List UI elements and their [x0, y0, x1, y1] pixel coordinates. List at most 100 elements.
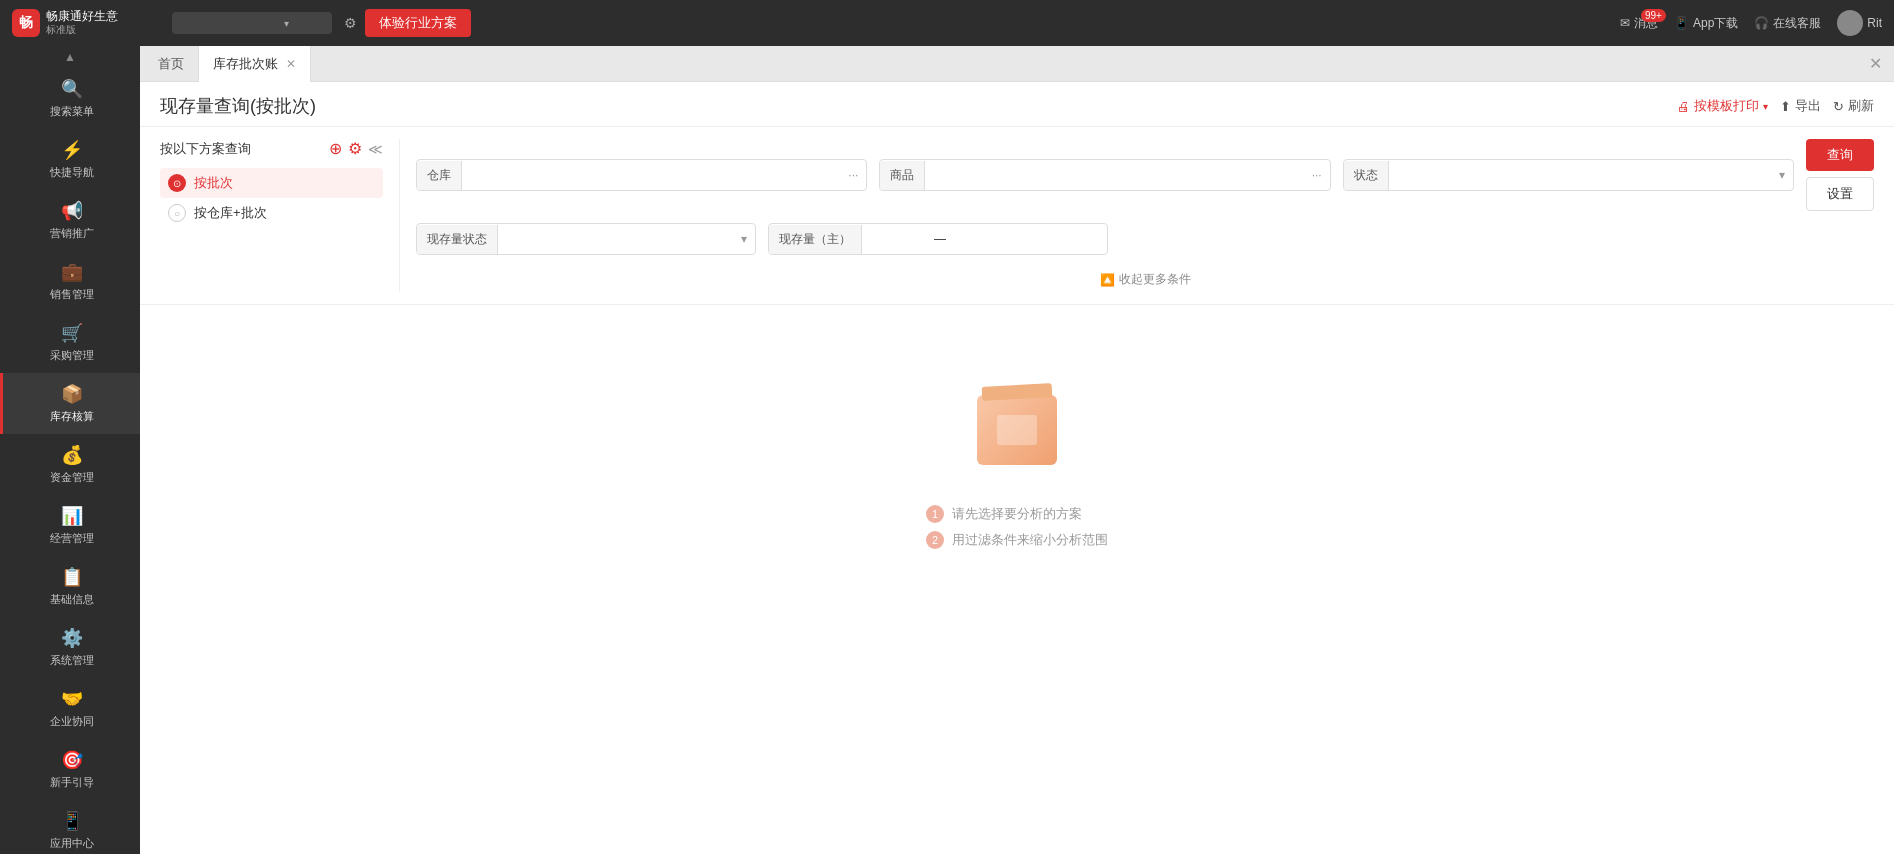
sidebar-item-basics[interactable]: 📋 基础信息: [0, 556, 140, 617]
warehouse-more-icon[interactable]: ···: [840, 162, 866, 188]
stock-status-label: 现存量状态: [417, 225, 498, 254]
filter-panel: 按以下方案查询 ⊕ ⚙ ≪ ⊙ 按批次 ○ 按仓库+批次: [140, 127, 1894, 305]
inventory-icon: 📦: [61, 383, 83, 405]
hint-num-2: 2: [926, 531, 944, 549]
apps-icon: 📱: [61, 810, 83, 832]
settings-scheme-icon[interactable]: ⚙: [348, 139, 362, 158]
query-button[interactable]: 查询: [1806, 139, 1874, 171]
content-area: 首页 库存批次账 ✕ ✕ 现存量查询(按批次) 🖨 按模板打印 ▾: [140, 46, 1894, 854]
purchase-icon: 🛒: [61, 322, 83, 344]
enterprise-icon: 🤝: [61, 688, 83, 710]
collapse-up-icon: 🔼: [1100, 273, 1115, 287]
sidebar-item-enterprise[interactable]: 🤝 企业协同: [0, 678, 140, 739]
settings-gear-icon[interactable]: ⚙: [344, 15, 357, 31]
scheme-batch-label: 按批次: [194, 174, 233, 192]
stock-qty-min-input[interactable]: [870, 232, 930, 246]
scheme-item-warehouse-batch[interactable]: ○ 按仓库+批次: [160, 198, 383, 228]
product-more-icon[interactable]: ···: [1304, 162, 1330, 188]
print-button[interactable]: 🖨 按模板打印 ▾: [1677, 97, 1768, 115]
collapse-scheme-icon[interactable]: ≪: [368, 141, 383, 157]
export-icon: ⬆: [1780, 99, 1791, 114]
newbie-icon: 🎯: [61, 749, 83, 771]
sidebar-item-quick-label: 快捷导航: [50, 165, 94, 180]
sidebar-item-operations-label: 经营管理: [50, 531, 94, 546]
stock-qty-max-input[interactable]: [950, 232, 1010, 246]
sidebar-item-marketing-label: 营销推广: [50, 226, 94, 241]
scheme-active-icon: ⊙: [168, 174, 186, 192]
sidebar-item-sales-label: 销售管理: [50, 287, 94, 302]
status-input[interactable]: [1389, 162, 1771, 188]
online-service-button[interactable]: 🎧 在线客服: [1754, 15, 1821, 32]
stock-status-input[interactable]: [498, 226, 733, 252]
refresh-icon: ↻: [1833, 99, 1844, 114]
tab-close-icon[interactable]: ✕: [286, 57, 296, 71]
page-header-actions: 🖨 按模板打印 ▾ ⬆ 导出 ↻ 刷新: [1677, 97, 1874, 115]
topbar-search-input[interactable]: [180, 16, 280, 30]
phone-icon: 📱: [1674, 16, 1689, 30]
page-content: 现存量查询(按批次) 🖨 按模板打印 ▾ ⬆ 导出 ↻ 刷新: [140, 82, 1894, 854]
status-dropdown-icon[interactable]: ▾: [1771, 162, 1793, 188]
empty-hints: 1 请先选择要分析的方案 2 用过滤条件来缩小分析范围: [926, 505, 1108, 549]
user-label: Rit: [1867, 16, 1882, 30]
sidebar-item-marketing[interactable]: 📢 营销推广: [0, 190, 140, 251]
product-input[interactable]: [925, 162, 1303, 188]
sidebar-item-quick[interactable]: ⚡ 快捷导航: [0, 129, 140, 190]
print-dropdown-icon[interactable]: ▾: [1763, 101, 1768, 112]
finance-icon: 💰: [61, 444, 83, 466]
sidebar-item-sales[interactable]: 💼 销售管理: [0, 251, 140, 312]
warehouse-field: 仓库 ···: [416, 159, 867, 191]
app-download-button[interactable]: 📱 App下载: [1674, 15, 1738, 32]
experience-button[interactable]: 体验行业方案: [365, 9, 471, 37]
headset-icon: 🎧: [1754, 16, 1769, 30]
filter-collapse-button[interactable]: 🔼 收起更多条件: [416, 267, 1874, 292]
sidebar-item-search[interactable]: 🔍 搜索菜单: [0, 68, 140, 129]
scheme-inactive-icon: ○: [168, 204, 186, 222]
company-name: 畅康通好生意: [46, 9, 118, 23]
status-label: 状态: [1344, 161, 1389, 190]
search-dropdown-icon[interactable]: ▾: [284, 18, 289, 29]
tab-home[interactable]: 首页: [144, 46, 199, 82]
empty-state: 1 请先选择要分析的方案 2 用过滤条件来缩小分析范围: [140, 305, 1894, 629]
sidebar-item-system[interactable]: ⚙️ 系统管理: [0, 617, 140, 678]
refresh-button[interactable]: ↻ 刷新: [1833, 97, 1874, 115]
sidebar-item-apps[interactable]: 📱 应用中心: [0, 800, 140, 854]
empty-box-inner: [997, 415, 1037, 445]
user-avatar-button[interactable]: Rit: [1837, 10, 1882, 36]
product-field: 商品 ···: [879, 159, 1330, 191]
tab-inventory-batch[interactable]: 库存批次账 ✕: [199, 46, 311, 82]
product-label: 商品: [880, 161, 925, 190]
filter-row-2: 现存量状态 ▾ 现存量（主） —: [416, 223, 1874, 255]
warehouse-input[interactable]: [462, 162, 840, 188]
warehouse-label: 仓库: [417, 161, 462, 190]
sidebar-item-inventory[interactable]: 📦 库存核算: [0, 373, 140, 434]
scheme-item-batch[interactable]: ⊙ 按批次: [160, 168, 383, 198]
messages-button[interactable]: ✉ 消息 99+: [1620, 15, 1658, 32]
empty-hint-2: 2 用过滤条件来缩小分析范围: [926, 531, 1108, 549]
stock-status-field: 现存量状态 ▾: [416, 223, 756, 255]
sidebar-scroll-up[interactable]: ▲: [0, 46, 140, 68]
sales-icon: 💼: [61, 261, 83, 283]
topbar-search-area[interactable]: ▾: [172, 12, 332, 34]
sidebar-item-finance[interactable]: 💰 资金管理: [0, 434, 140, 495]
sidebar-item-purchase[interactable]: 🛒 采购管理: [0, 312, 140, 373]
avatar: [1837, 10, 1863, 36]
filter-scheme-label: 按以下方案查询: [160, 140, 251, 158]
stock-status-dropdown-icon[interactable]: ▾: [733, 226, 755, 252]
page-header: 现存量查询(按批次) 🖨 按模板打印 ▾ ⬆ 导出 ↻ 刷新: [140, 82, 1894, 127]
sidebar-item-apps-label: 应用中心: [50, 836, 94, 851]
tab-home-label: 首页: [158, 55, 184, 73]
operations-icon: 📊: [61, 505, 83, 527]
filter-scheme-panel: 按以下方案查询 ⊕ ⚙ ≪ ⊙ 按批次 ○ 按仓库+批次: [160, 139, 400, 292]
add-scheme-icon[interactable]: ⊕: [329, 139, 342, 158]
sidebar-item-operations[interactable]: 📊 经营管理: [0, 495, 140, 556]
basics-icon: 📋: [61, 566, 83, 588]
filter-row-1: 仓库 ··· 商品 ··· 状态 ▾: [416, 139, 1874, 211]
topbar-right: ✉ 消息 99+ 📱 App下载 🎧 在线客服 Rit: [1620, 10, 1882, 36]
sidebar-item-search-label: 搜索菜单: [50, 104, 94, 119]
export-button[interactable]: ⬆ 导出: [1780, 97, 1821, 115]
logo-icon: 畅: [12, 9, 40, 37]
sidebar-item-newbie[interactable]: 🎯 新手引导: [0, 739, 140, 800]
filter-scheme-header: 按以下方案查询 ⊕ ⚙ ≪: [160, 139, 383, 158]
settings-button[interactable]: 设置: [1806, 177, 1874, 211]
tab-bar-close-button[interactable]: ✕: [1857, 54, 1894, 73]
